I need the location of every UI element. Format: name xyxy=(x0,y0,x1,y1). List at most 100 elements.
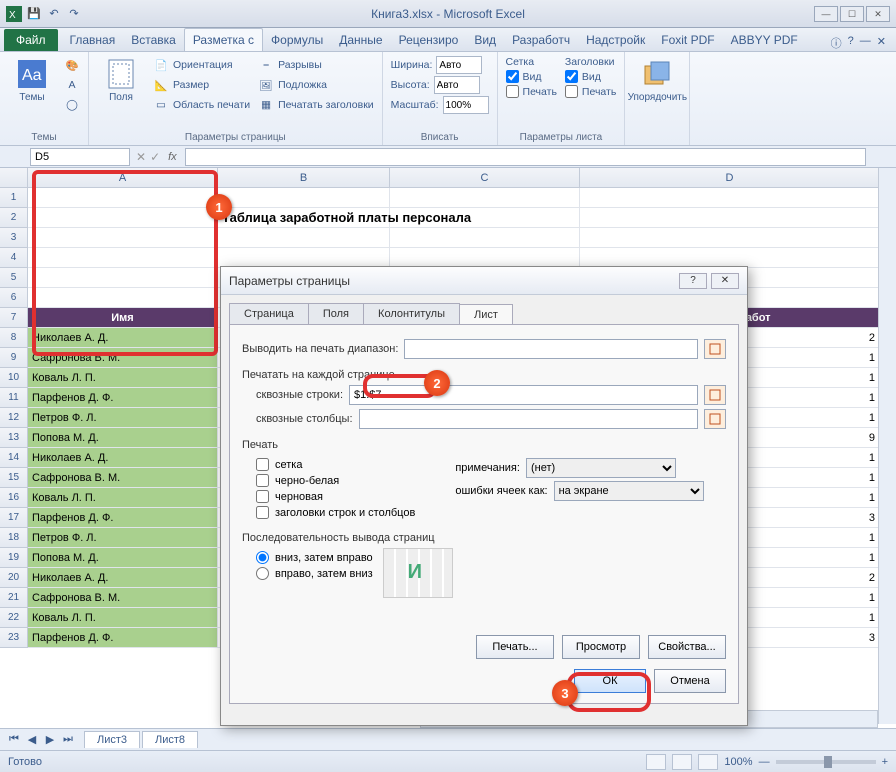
col-header-d[interactable]: D xyxy=(580,168,880,187)
cols-to-repeat-input[interactable] xyxy=(359,409,699,429)
orientation-button[interactable]: 📄Ориентация xyxy=(153,56,250,74)
margins-button[interactable]: Поля xyxy=(97,56,145,103)
cell[interactable] xyxy=(28,288,218,308)
cancel-button[interactable]: Отмена xyxy=(654,669,726,693)
page-layout-view-button[interactable] xyxy=(672,754,692,770)
cell[interactable]: Парфенов Д. Ф. xyxy=(28,388,218,408)
tab-formulas[interactable]: Формулы xyxy=(263,29,331,51)
headings-print-checkbox[interactable]: Печать xyxy=(565,85,616,98)
background-button[interactable]: 🖼Подложка xyxy=(258,76,374,94)
dialog-help-button[interactable]: ? xyxy=(679,273,707,289)
file-tab[interactable]: Файл xyxy=(4,29,58,51)
cell[interactable]: Коваль Л. П. xyxy=(28,488,218,508)
row-header[interactable]: 20 xyxy=(0,568,28,588)
cell[interactable]: Николаев А. Д. xyxy=(28,448,218,468)
tab-insert[interactable]: Вставка xyxy=(123,29,184,51)
row-header[interactable]: 6 xyxy=(0,288,28,308)
row-col-headings-checkbox[interactable]: заголовки строк и столбцов xyxy=(256,506,415,519)
breaks-button[interactable]: ⎯Разрывы xyxy=(258,56,374,74)
print-area-button[interactable]: ▭Область печати xyxy=(153,96,250,114)
undo-icon[interactable]: ↶ xyxy=(46,6,62,22)
col-header-b[interactable]: B xyxy=(218,168,390,187)
theme-effects-button[interactable]: ◯ xyxy=(64,96,80,114)
row-header[interactable]: 23 xyxy=(0,628,28,648)
redo-icon[interactable]: ↷ xyxy=(66,6,82,22)
minimize-button[interactable]: — xyxy=(814,6,838,22)
dialog-tab-page[interactable]: Страница xyxy=(229,303,309,324)
row-header[interactable]: 21 xyxy=(0,588,28,608)
tab-review[interactable]: Рецензиро xyxy=(391,29,467,51)
sheet-nav-next-icon[interactable]: ▶ xyxy=(42,733,58,746)
row-header[interactable]: 22 xyxy=(0,608,28,628)
save-icon[interactable]: 💾 xyxy=(26,6,42,22)
cell[interactable]: Попова М. Д. xyxy=(28,548,218,568)
comments-select[interactable]: (нет) xyxy=(526,458,676,478)
dialog-tab-headerfooter[interactable]: Колонтитулы xyxy=(363,303,460,324)
preview-button[interactable]: Просмотр xyxy=(562,635,640,659)
gridlines-checkbox[interactable]: сетка xyxy=(256,458,415,471)
cell[interactable] xyxy=(580,248,880,268)
cell[interactable] xyxy=(580,208,880,228)
cell[interactable]: Имя xyxy=(28,308,218,328)
theme-fonts-button[interactable]: A xyxy=(64,76,80,94)
minimize-ribbon-icon[interactable]: ⓘ xyxy=(831,35,842,51)
cell[interactable]: Петров Ф. Л. xyxy=(28,528,218,548)
cell[interactable] xyxy=(390,228,580,248)
themes-button[interactable]: Aa Темы xyxy=(8,56,56,103)
tab-addins[interactable]: Надстройк xyxy=(578,29,653,51)
row-header[interactable]: 12 xyxy=(0,408,28,428)
cell[interactable]: Коваль Л. П. xyxy=(28,608,218,628)
zoom-in-button[interactable]: + xyxy=(882,756,888,768)
tab-foxit[interactable]: Foxit PDF xyxy=(653,29,722,51)
cell[interactable]: Парфенов Д. Ф. xyxy=(28,508,218,528)
draft-checkbox[interactable]: черновая xyxy=(256,490,415,503)
page-break-view-button[interactable] xyxy=(698,754,718,770)
enter-formula-icon[interactable]: ✓ xyxy=(150,150,160,164)
dialog-titlebar[interactable]: Параметры страницы ? ✕ xyxy=(221,267,747,295)
headings-view-checkbox[interactable]: Вид xyxy=(565,70,616,83)
cell[interactable]: Сафронова В. М. xyxy=(28,468,218,488)
cell[interactable] xyxy=(390,188,580,208)
select-all-button[interactable] xyxy=(0,168,28,187)
row-header[interactable]: 7 xyxy=(0,308,28,328)
cancel-formula-icon[interactable]: ✕ xyxy=(136,150,146,164)
row-header[interactable]: 4 xyxy=(0,248,28,268)
tab-page-layout[interactable]: Разметка с xyxy=(184,28,263,51)
cell[interactable]: Парфенов Д. Ф. xyxy=(28,628,218,648)
cell[interactable]: Таблица заработной платы персонала xyxy=(218,208,390,228)
size-button[interactable]: 📐Размер xyxy=(153,76,250,94)
over-then-down-radio[interactable]: вправо, затем вниз xyxy=(256,567,373,580)
cell[interactable] xyxy=(28,268,218,288)
cell[interactable] xyxy=(580,188,880,208)
vertical-scrollbar[interactable] xyxy=(878,168,896,724)
ok-button[interactable]: ОК xyxy=(574,669,646,693)
col-header-c[interactable]: C xyxy=(390,168,580,187)
cell[interactable]: Коваль Л. П. xyxy=(28,368,218,388)
tab-view[interactable]: Вид xyxy=(466,29,504,51)
cell[interactable] xyxy=(28,228,218,248)
row-header[interactable]: 11 xyxy=(0,388,28,408)
down-then-over-radio[interactable]: вниз, затем вправо xyxy=(256,551,373,564)
black-white-checkbox[interactable]: черно-белая xyxy=(256,474,415,487)
cell[interactable]: Николаев А. Д. xyxy=(28,568,218,588)
row-header[interactable]: 19 xyxy=(0,548,28,568)
cols-picker-button[interactable] xyxy=(704,409,726,429)
zoom-slider[interactable] xyxy=(776,760,876,764)
maximize-button[interactable]: ☐ xyxy=(840,6,864,22)
formula-input[interactable] xyxy=(185,148,866,166)
cell[interactable] xyxy=(28,188,218,208)
row-header[interactable]: 17 xyxy=(0,508,28,528)
arrange-button[interactable]: Упорядочить xyxy=(633,56,681,103)
sheet-nav-last-icon[interactable]: ⏭ xyxy=(60,733,76,746)
sheet-tab-2[interactable]: Лист8 xyxy=(142,731,198,748)
row-header[interactable]: 14 xyxy=(0,448,28,468)
dialog-tab-margins[interactable]: Поля xyxy=(308,303,364,324)
sheet-nav-prev-icon[interactable]: ◀ xyxy=(24,733,40,746)
row-header[interactable]: 15 xyxy=(0,468,28,488)
properties-button[interactable]: Свойства... xyxy=(648,635,726,659)
row-header[interactable]: 5 xyxy=(0,268,28,288)
cell[interactable] xyxy=(390,208,580,228)
row-header[interactable]: 2 xyxy=(0,208,28,228)
cell[interactable] xyxy=(218,248,390,268)
cell[interactable]: Сафронова В. М. xyxy=(28,348,218,368)
